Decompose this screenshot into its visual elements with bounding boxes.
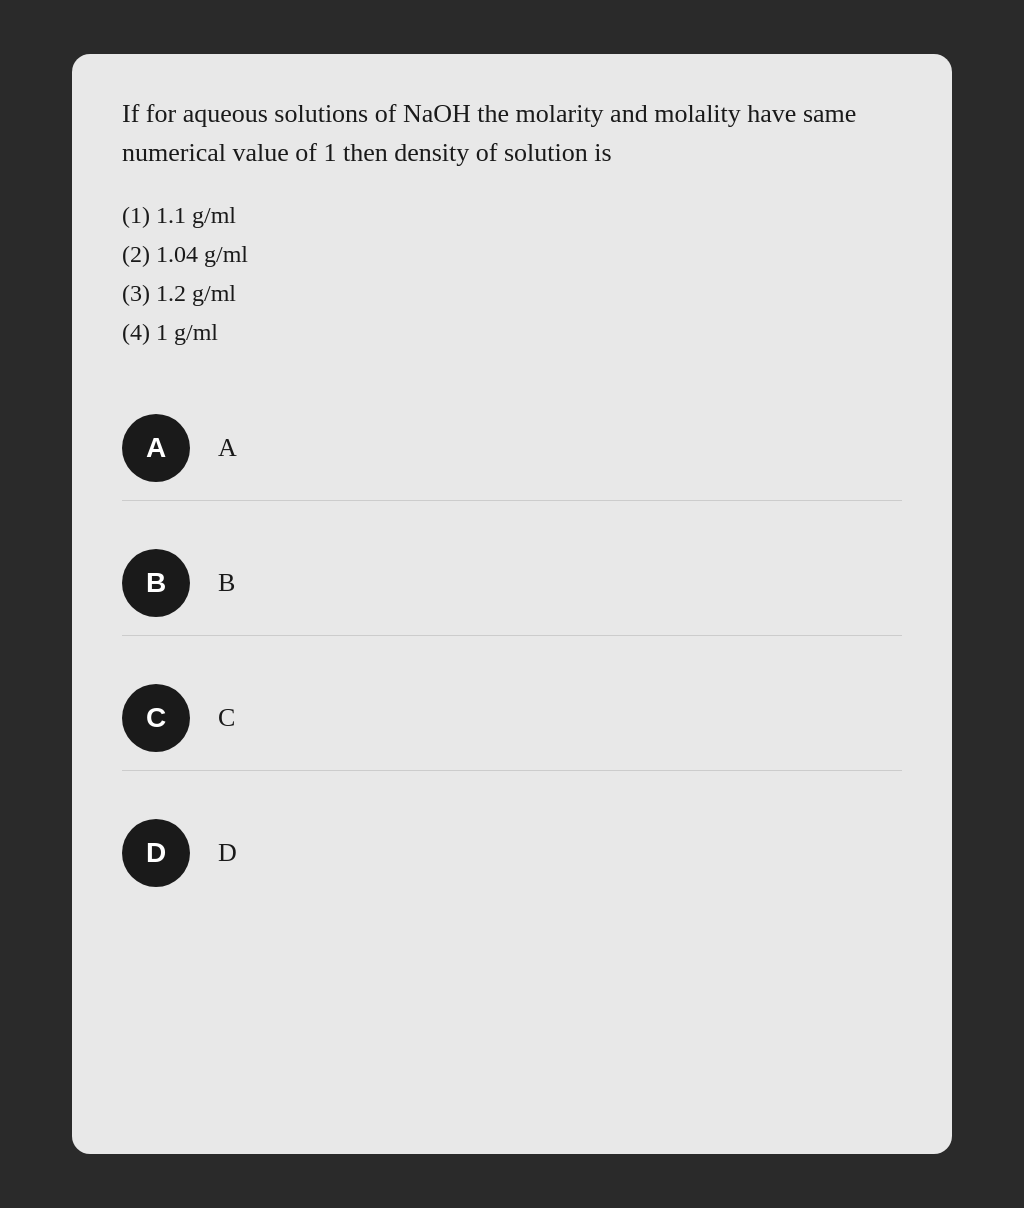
option-item: (1) 1.1 g/ml: [122, 202, 902, 229]
question-text: If for aqueous solutions of NaOH the mol…: [122, 94, 902, 172]
answer-button-a[interactable]: A: [122, 414, 190, 482]
answer-row: DD: [122, 801, 902, 905]
answer-label-c: C: [218, 703, 235, 733]
answer-row: BB: [122, 531, 902, 636]
answer-label-d: D: [218, 838, 237, 868]
answer-button-d[interactable]: D: [122, 819, 190, 887]
answer-row: CC: [122, 666, 902, 771]
options-list: (1) 1.1 g/ml (2) 1.04 g/ml (3) 1.2 g/ml (4)…: [122, 202, 902, 346]
answer-button-b[interactable]: B: [122, 549, 190, 617]
question-card: If for aqueous solutions of NaOH the mol…: [72, 54, 952, 1154]
option-item: (4) 1 g/ml: [122, 319, 902, 346]
answer-label-a: A: [218, 433, 237, 463]
answer-buttons: AABBCCDD: [122, 396, 902, 905]
option-item: (2) 1.04 g/ml: [122, 241, 902, 268]
answer-row: AA: [122, 396, 902, 501]
option-item: (3) 1.2 g/ml: [122, 280, 902, 307]
answer-label-b: B: [218, 568, 235, 598]
answer-button-c[interactable]: C: [122, 684, 190, 752]
